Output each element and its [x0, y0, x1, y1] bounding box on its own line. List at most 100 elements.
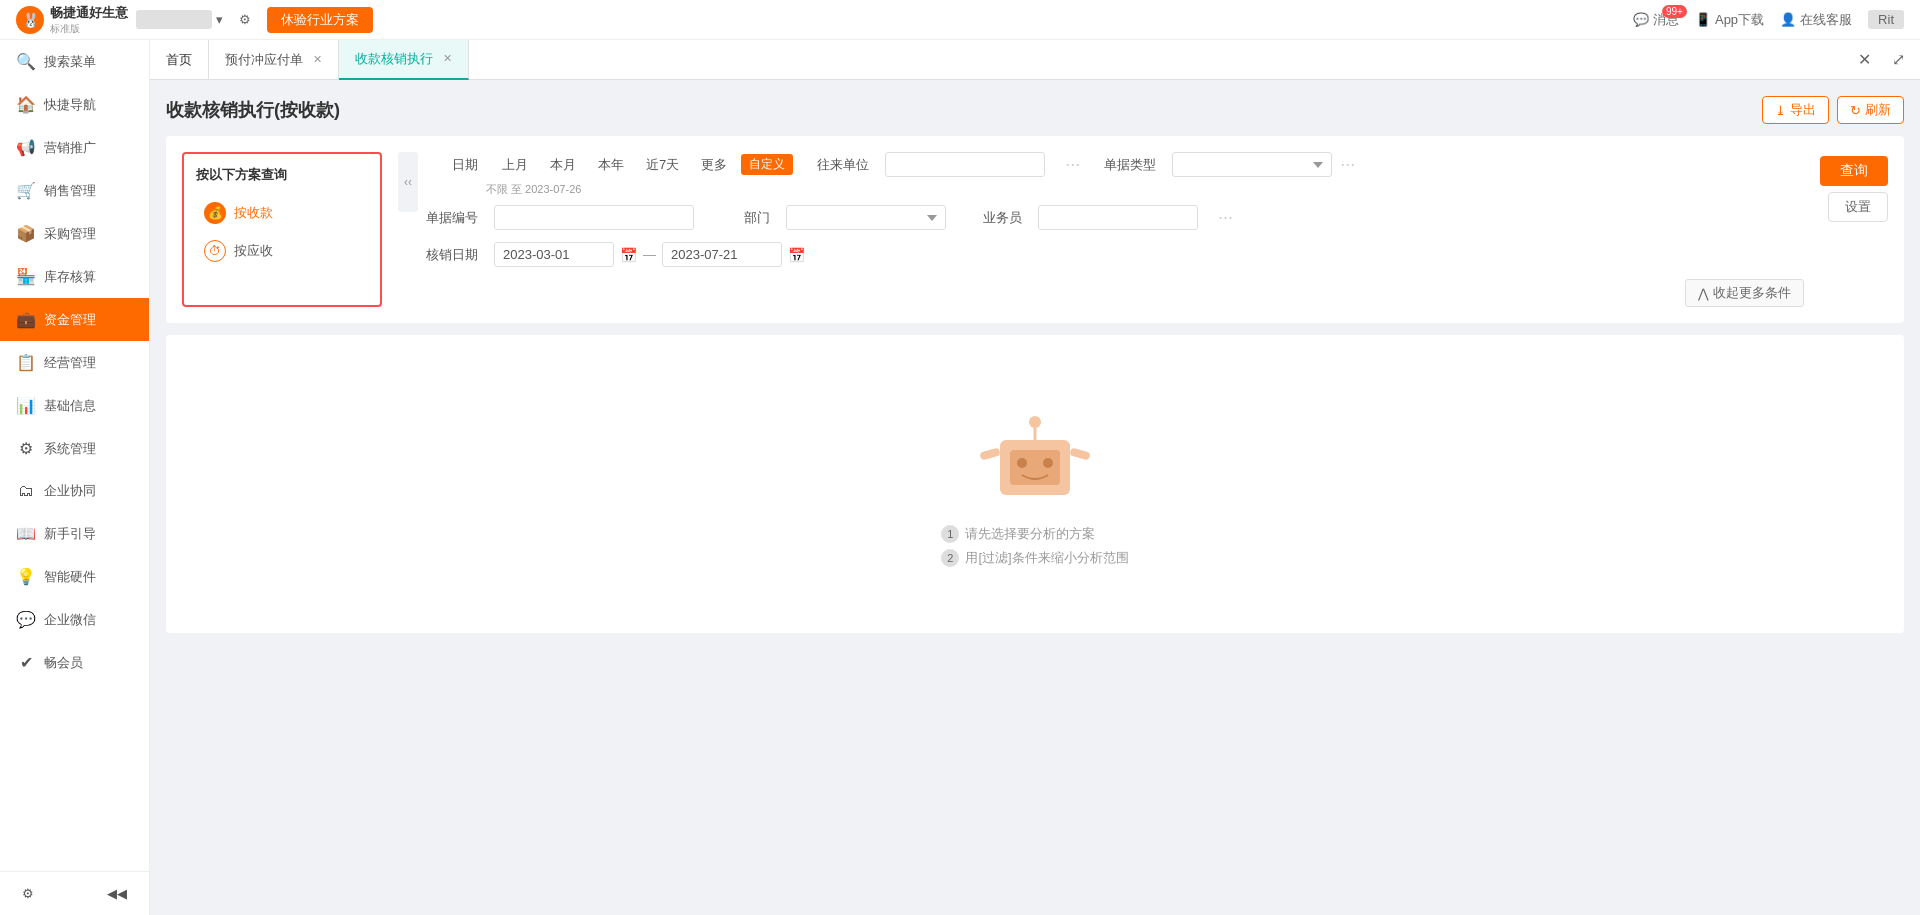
export-label: 导出 [1790, 101, 1816, 119]
sidebar-item-finance[interactable]: 💼 资金管理 [0, 298, 149, 341]
date-prev-month[interactable]: 上月 [494, 153, 536, 177]
chevron-down-icon: ▾ [216, 12, 223, 27]
sidebar-label: 销售管理 [44, 182, 96, 200]
operation-icon: 📋 [16, 353, 36, 372]
page-title: 收款核销执行(按收款) [166, 98, 340, 122]
sidebar-label: 采购管理 [44, 225, 96, 243]
sidebar-label: 快捷导航 [44, 96, 96, 114]
service-button[interactable]: 👤 在线客服 [1780, 11, 1852, 29]
main-layout: 🔍 搜索菜单 🏠 快捷导航 📢 营销推广 🛒 销售管理 📦 采购管理 🏪 库存核… [0, 40, 1920, 915]
date-range-sep: — [643, 247, 656, 262]
date-custom-tag[interactable]: 自定义 [741, 154, 793, 175]
doc-type-more-icon[interactable]: ··· [1340, 154, 1355, 175]
sidebar: 🔍 搜索菜单 🏠 快捷导航 📢 营销推广 🛒 销售管理 📦 采购管理 🏪 库存核… [0, 40, 150, 915]
hint-text-2: 用[过滤]条件来缩小分析范围 [965, 549, 1128, 567]
staff-input[interactable] [1038, 205, 1198, 230]
date-this-month[interactable]: 本月 [542, 153, 584, 177]
sidebar-item-inventory[interactable]: 🏪 库存核算 [0, 255, 149, 298]
date-last-7[interactable]: 近7天 [638, 153, 687, 177]
refresh-icon: ↻ [1850, 103, 1861, 118]
sidebar-item-search-menu[interactable]: 🔍 搜索菜单 [0, 40, 149, 83]
tab-prepay-close[interactable]: ✕ [313, 53, 322, 66]
tab-home[interactable]: 首页 [150, 40, 209, 80]
sidebar-settings-button[interactable]: ⚙ [16, 880, 40, 907]
filter-panel-title: 按以下方案查询 [196, 166, 368, 184]
sidebar-item-smart-hw[interactable]: 💡 智能硬件 [0, 555, 149, 598]
tab-close-all-button[interactable]: ✕ [1850, 46, 1878, 74]
verify-date-group: 📅 — 📅 [494, 242, 805, 267]
verify-date-start[interactable] [494, 242, 614, 267]
sidebar-item-member[interactable]: ✔ 畅会员 [0, 641, 149, 684]
tab-collection[interactable]: 收款核销执行 ✕ [339, 40, 469, 80]
date-filter-group: 上月 本月 本年 近7天 更多 自定义 [494, 153, 793, 177]
staff-more-icon[interactable]: ··· [1218, 207, 1233, 228]
app-download-button[interactable]: 📱 App下载 [1695, 11, 1764, 29]
refresh-button[interactable]: ↻ 刷新 [1837, 96, 1904, 124]
date-this-year[interactable]: 本年 [590, 153, 632, 177]
doc-type-select[interactable] [1172, 152, 1332, 177]
sidebar-bottom: ⚙ ◀◀ [0, 871, 149, 915]
date-more[interactable]: 更多 [693, 153, 735, 177]
filter-right: 日期 上月 本月 本年 近7天 更多 自定义 往来单位 [418, 152, 1888, 307]
sidebar-item-wechat[interactable]: 💬 企业微信 [0, 598, 149, 641]
collapse-more-button[interactable]: ⋀ 收起更多条件 [1685, 279, 1804, 307]
filter-option-by-collection[interactable]: 💰 按收款 [196, 196, 368, 230]
verify-date-end[interactable] [662, 242, 782, 267]
export-icon: ⤓ [1775, 103, 1786, 118]
doc-no-input[interactable] [494, 205, 694, 230]
sidebar-label: 资金管理 [44, 311, 96, 329]
sidebar-item-operation[interactable]: 📋 经营管理 [0, 341, 149, 384]
receivable-option-label: 按应收 [234, 242, 273, 260]
calendar-start-icon[interactable]: 📅 [620, 247, 637, 263]
page-header: 收款核销执行(按收款) ⤓ 导出 ↻ 刷新 [166, 96, 1904, 124]
service-icon: 👤 [1780, 12, 1796, 27]
sidebar-item-sales[interactable]: 🛒 销售管理 [0, 169, 149, 212]
marketing-icon: 📢 [16, 138, 36, 157]
filter-actions: 查询 设置 [1820, 152, 1888, 222]
dept-label: 部门 [710, 209, 770, 227]
enterprise-icon: 🗂 [16, 482, 36, 500]
setting-button[interactable]: 设置 [1828, 192, 1888, 222]
logo: 🐰 畅捷通好生意 标准版 [16, 4, 128, 36]
sidebar-collapse-button[interactable]: ◀◀ [101, 880, 133, 907]
calendar-end-icon[interactable]: 📅 [788, 247, 805, 263]
tab-prepay[interactable]: 预付冲应付单 ✕ [209, 40, 339, 80]
counterpart-input[interactable] [885, 152, 1045, 177]
counterpart-more-icon[interactable]: ··· [1065, 154, 1080, 175]
sidebar-item-basic-info[interactable]: 📊 基础信息 [0, 384, 149, 427]
date-label: 日期 [418, 156, 478, 174]
collapse-more-row: ⋀ 收起更多条件 [418, 279, 1804, 307]
export-button[interactable]: ⤓ 导出 [1762, 96, 1829, 124]
workspace-dropdown[interactable]: ▾ [136, 10, 223, 29]
sidebar-item-marketing[interactable]: 📢 营销推广 [0, 126, 149, 169]
tab-expand-button[interactable]: ⤢ [1884, 46, 1912, 74]
sidebar-item-guide[interactable]: 📖 新手引导 [0, 512, 149, 555]
solution-button[interactable]: 休验行业方案 [267, 7, 373, 33]
user-avatar[interactable]: Rit [1868, 10, 1904, 29]
message-button[interactable]: 💬 消息 99+ [1633, 11, 1679, 29]
smart-hw-icon: 💡 [16, 567, 36, 586]
query-button[interactable]: 查询 [1820, 156, 1888, 186]
doc-type-label: 单据类型 [1096, 156, 1156, 174]
collapse-icon: ◀◀ [107, 886, 127, 901]
receivable-option-icon: ⏱ [204, 240, 226, 262]
tab-collection-close[interactable]: ✕ [443, 52, 452, 65]
sidebar-item-purchase[interactable]: 📦 采购管理 [0, 212, 149, 255]
sidebar-item-quick-nav[interactable]: 🏠 快捷导航 [0, 83, 149, 126]
filter-panel: 按以下方案查询 💰 按收款 ⏱ 按应收 [182, 152, 382, 307]
service-label: 在线客服 [1800, 11, 1852, 29]
topbar-right: 💬 消息 99+ 📱 App下载 👤 在线客服 Rit [1633, 10, 1904, 29]
sales-icon: 🛒 [16, 181, 36, 200]
dept-select[interactable] [786, 205, 946, 230]
panel-collapse-button[interactable]: ‹‹ [398, 152, 418, 212]
gear-icon[interactable]: ⚙ [231, 6, 259, 34]
svg-rect-7 [1069, 448, 1090, 461]
logo-icon: 🐰 [16, 6, 44, 34]
sidebar-item-enterprise[interactable]: 🗂 企业协同 [0, 470, 149, 512]
sidebar-label: 畅会员 [44, 654, 83, 672]
system-icon: ⚙ [16, 439, 36, 458]
hint-num-1: 1 [941, 525, 959, 543]
filter-option-by-receivable[interactable]: ⏱ 按应收 [196, 234, 368, 268]
sidebar-item-system[interactable]: ⚙ 系统管理 [0, 427, 149, 470]
brand-sub: 标准版 [50, 22, 128, 36]
